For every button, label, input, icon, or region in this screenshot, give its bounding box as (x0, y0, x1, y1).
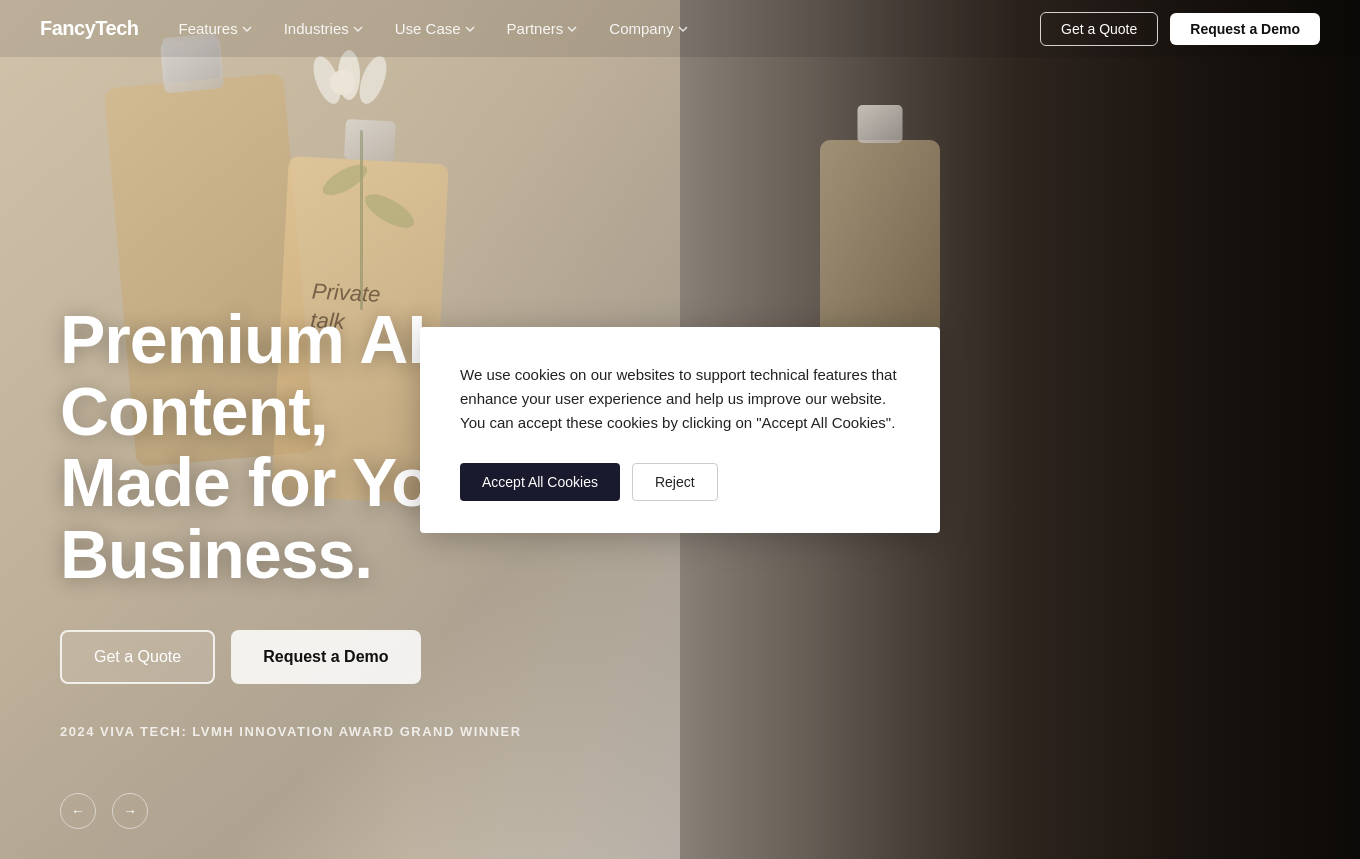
cookie-message: We use cookies on our websites to suppor… (460, 363, 900, 435)
cookie-modal: We use cookies on our websites to suppor… (420, 327, 940, 533)
cookie-reject-button[interactable]: Reject (632, 463, 718, 501)
cookie-accept-button[interactable]: Accept All Cookies (460, 463, 620, 501)
cookie-overlay: We use cookies on our websites to suppor… (0, 0, 1360, 859)
cookie-buttons: Accept All Cookies Reject (460, 463, 900, 501)
